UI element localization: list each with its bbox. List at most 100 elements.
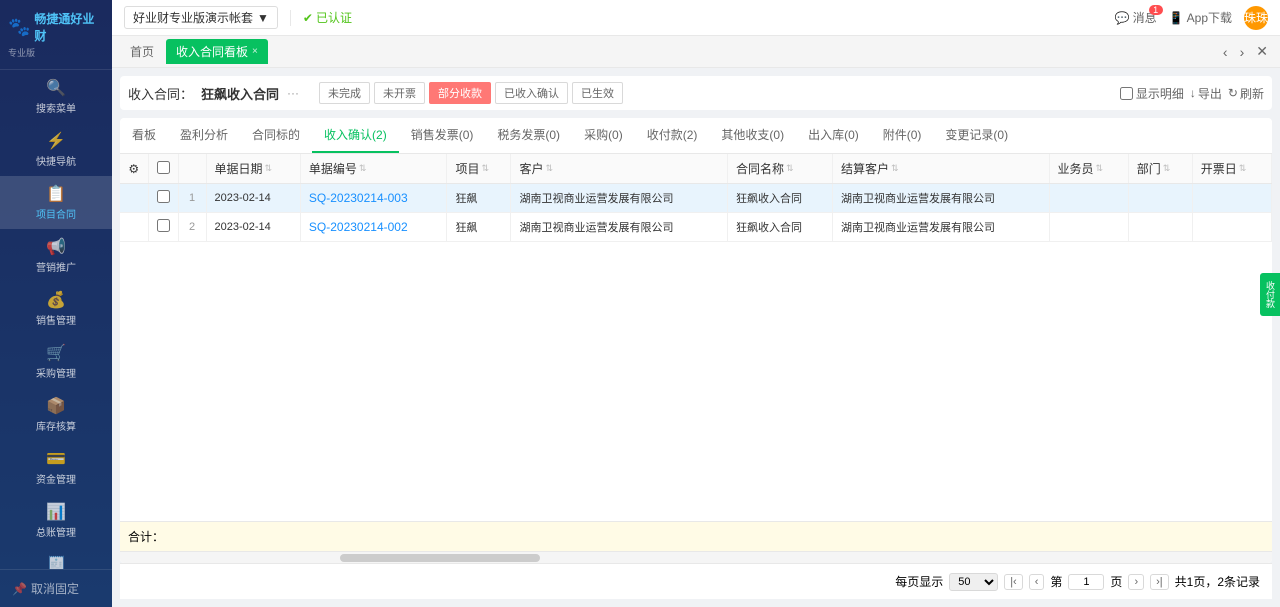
status-btn-2[interactable]: 部分收款 bbox=[429, 82, 491, 104]
row-dept-0 bbox=[1128, 184, 1192, 213]
inner-tab-8[interactable]: 其他收支(0) bbox=[709, 118, 796, 153]
inner-tab-11[interactable]: 变更记录(0) bbox=[933, 118, 1020, 153]
settings-icon[interactable]: ⚙ bbox=[128, 162, 139, 176]
tabbar-controls: ‹ › ✕ bbox=[1219, 41, 1272, 62]
export-button[interactable]: ↓ 导出 bbox=[1190, 85, 1222, 102]
active-tab-label: 收入合同看板 bbox=[176, 43, 248, 60]
inner-tabs: 看板盈利分析合同标的收入确认(2)销售发票(0)税务发票(0)采购(0)收付款(… bbox=[120, 118, 1272, 154]
orderno-sort[interactable]: 单据编号 ⇅ bbox=[309, 160, 439, 177]
company-selector[interactable]: 好业财专业版演示帐套 ▼ bbox=[124, 6, 278, 29]
home-tab-label: 首页 bbox=[130, 45, 154, 59]
table-footer: 合计： bbox=[120, 521, 1272, 551]
inner-tab-6[interactable]: 采购(0) bbox=[572, 118, 635, 153]
invoice-date-col-label: 开票日 bbox=[1201, 160, 1237, 177]
row-settings-0 bbox=[120, 184, 148, 213]
sidebar-item-6[interactable]: 📦库存核算 bbox=[0, 388, 112, 441]
status-btn-1[interactable]: 未开票 bbox=[374, 82, 425, 104]
more-button[interactable]: ··· bbox=[287, 86, 299, 100]
project-col-label: 项目 bbox=[455, 160, 479, 177]
sidebar-item-8[interactable]: 📊总账管理 bbox=[0, 494, 112, 547]
refresh-button[interactable]: ↻ 刷新 bbox=[1228, 85, 1264, 102]
sort-icon: ⇅ bbox=[265, 163, 273, 174]
prev-tab-button[interactable]: ‹ bbox=[1219, 42, 1232, 62]
sidebar-item-1[interactable]: ⚡快捷导航 bbox=[0, 123, 112, 176]
select-all-checkbox[interactable] bbox=[157, 161, 170, 174]
inner-tab-9[interactable]: 出入库(0) bbox=[796, 118, 871, 153]
sidebar-icon-2: 📋 bbox=[46, 184, 66, 204]
inner-tab-4[interactable]: 销售发票(0) bbox=[399, 118, 486, 153]
sidebar-item-3[interactable]: 📢营销推广 bbox=[0, 229, 112, 282]
inner-tab-2[interactable]: 合同标的 bbox=[240, 118, 312, 153]
home-tab[interactable]: 首页 bbox=[120, 39, 164, 64]
unpin-button[interactable]: 📌 取消固定 bbox=[4, 576, 108, 601]
topbar-divider bbox=[290, 10, 291, 26]
inner-tab-10[interactable]: 附件(0) bbox=[871, 118, 934, 153]
settle-col-label: 结算客户 bbox=[841, 160, 889, 177]
close-tab-button[interactable]: ✕ bbox=[1252, 41, 1272, 62]
customer-sort[interactable]: 客户 ⇅ bbox=[519, 160, 719, 177]
inner-tab-5[interactable]: 税务发票(0) bbox=[485, 118, 572, 153]
last-page-button[interactable]: ›| bbox=[1150, 574, 1169, 590]
inner-tab-0[interactable]: 看板 bbox=[120, 118, 168, 153]
sidebar-label-3: 营销推广 bbox=[36, 259, 76, 274]
status-btn-4[interactable]: 已生效 bbox=[572, 82, 623, 104]
sidebar: 🐾 畅捷通好业财 专业版 🔍搜索菜单⚡快捷导航📋项目合同📢营销推广💰销售管理🛒采… bbox=[0, 0, 112, 607]
first-page-button[interactable]: |‹ bbox=[1004, 574, 1023, 590]
horizontal-scrollbar[interactable] bbox=[120, 551, 1272, 563]
next-tab-button[interactable]: › bbox=[1236, 42, 1249, 62]
per-page-select[interactable]: 50 100 200 bbox=[949, 573, 998, 591]
sidebar-item-9[interactable]: 🧾发票管理 bbox=[0, 547, 112, 569]
right-action-button[interactable]: 收付款 bbox=[1260, 273, 1280, 316]
invoice-date-sort[interactable]: 开票日 ⇅ bbox=[1201, 160, 1263, 177]
total-info: 共1页，2条记录 bbox=[1175, 573, 1260, 590]
status-buttons: 未完成未开票部分收款已收入确认已生效 bbox=[319, 82, 623, 104]
status-btn-0[interactable]: 未完成 bbox=[319, 82, 370, 104]
salesperson-sort[interactable]: 业务员 ⇅ bbox=[1058, 160, 1120, 177]
sidebar-item-5[interactable]: 🛒采购管理 bbox=[0, 335, 112, 388]
chevron-down-icon: ▼ bbox=[257, 11, 269, 25]
row-check-1[interactable] bbox=[157, 219, 170, 232]
contract-name-sort[interactable]: 合同名称 ⇅ bbox=[736, 160, 824, 177]
sidebar-item-0[interactable]: 🔍搜索菜单 bbox=[0, 70, 112, 123]
sidebar-item-7[interactable]: 💳资金管理 bbox=[0, 441, 112, 494]
page-input[interactable] bbox=[1068, 574, 1104, 590]
sidebar-item-2[interactable]: 📋项目合同 bbox=[0, 176, 112, 229]
inner-tab-3[interactable]: 收入确认(2) bbox=[312, 118, 399, 153]
next-page-button[interactable]: › bbox=[1128, 574, 1144, 590]
status-btn-3[interactable]: 已收入确认 bbox=[495, 82, 568, 104]
show-detail-label: 显示明细 bbox=[1136, 85, 1184, 102]
settle-col-header: 结算客户 ⇅ bbox=[833, 154, 1050, 184]
dept-sort[interactable]: 部门 ⇅ bbox=[1137, 160, 1184, 177]
app-name: 畅捷通好业财 bbox=[34, 10, 104, 44]
company-name: 好业财专业版演示帐套 bbox=[133, 9, 253, 26]
row-orderno-0: SQ-20230214-003 bbox=[300, 184, 447, 213]
order-link-0[interactable]: SQ-20230214-003 bbox=[309, 191, 408, 205]
scrollbar-thumb[interactable] bbox=[340, 554, 540, 562]
sidebar-logo: 🐾 畅捷通好业财 专业版 bbox=[0, 0, 112, 70]
date-sort[interactable]: 单据日期 ⇅ bbox=[215, 160, 292, 177]
order-link-1[interactable]: SQ-20230214-002 bbox=[309, 220, 408, 234]
salesperson-col-header: 业务员 ⇅ bbox=[1049, 154, 1128, 184]
user-action[interactable]: 珠珠 bbox=[1244, 6, 1268, 30]
message-action[interactable]: 💬 消息 1 bbox=[1115, 9, 1157, 26]
row-check-0[interactable] bbox=[157, 190, 170, 203]
refresh-icon: ↻ bbox=[1228, 86, 1238, 100]
show-detail-checkbox[interactable] bbox=[1120, 87, 1133, 100]
sidebar-icon-1: ⚡ bbox=[46, 131, 66, 151]
project-sort[interactable]: 项目 ⇅ bbox=[455, 160, 502, 177]
prev-page-button[interactable]: ‹ bbox=[1029, 574, 1045, 590]
table-head: ⚙ 单据日期 ⇅ bbox=[120, 154, 1272, 184]
pin-icon: 📌 bbox=[12, 582, 27, 596]
active-tab[interactable]: 收入合同看板 × bbox=[166, 39, 268, 64]
inner-tab-1[interactable]: 盈利分析 bbox=[168, 118, 240, 153]
sidebar-item-4[interactable]: 💰销售管理 bbox=[0, 282, 112, 335]
sort-icon-5: ⇅ bbox=[786, 163, 794, 174]
app-download-action[interactable]: 📱 App下载 bbox=[1169, 9, 1232, 26]
tab-close-button[interactable]: × bbox=[252, 46, 258, 57]
settle-sort[interactable]: 结算客户 ⇅ bbox=[841, 160, 1041, 177]
sidebar-label-6: 库存核算 bbox=[36, 418, 76, 433]
inner-tab-7[interactable]: 收付款(2) bbox=[635, 118, 710, 153]
table-area: ⚙ 单据日期 ⇅ bbox=[120, 154, 1272, 563]
table-scroll[interactable]: ⚙ 单据日期 ⇅ bbox=[120, 154, 1272, 521]
sort-icon-2: ⇅ bbox=[359, 163, 367, 174]
